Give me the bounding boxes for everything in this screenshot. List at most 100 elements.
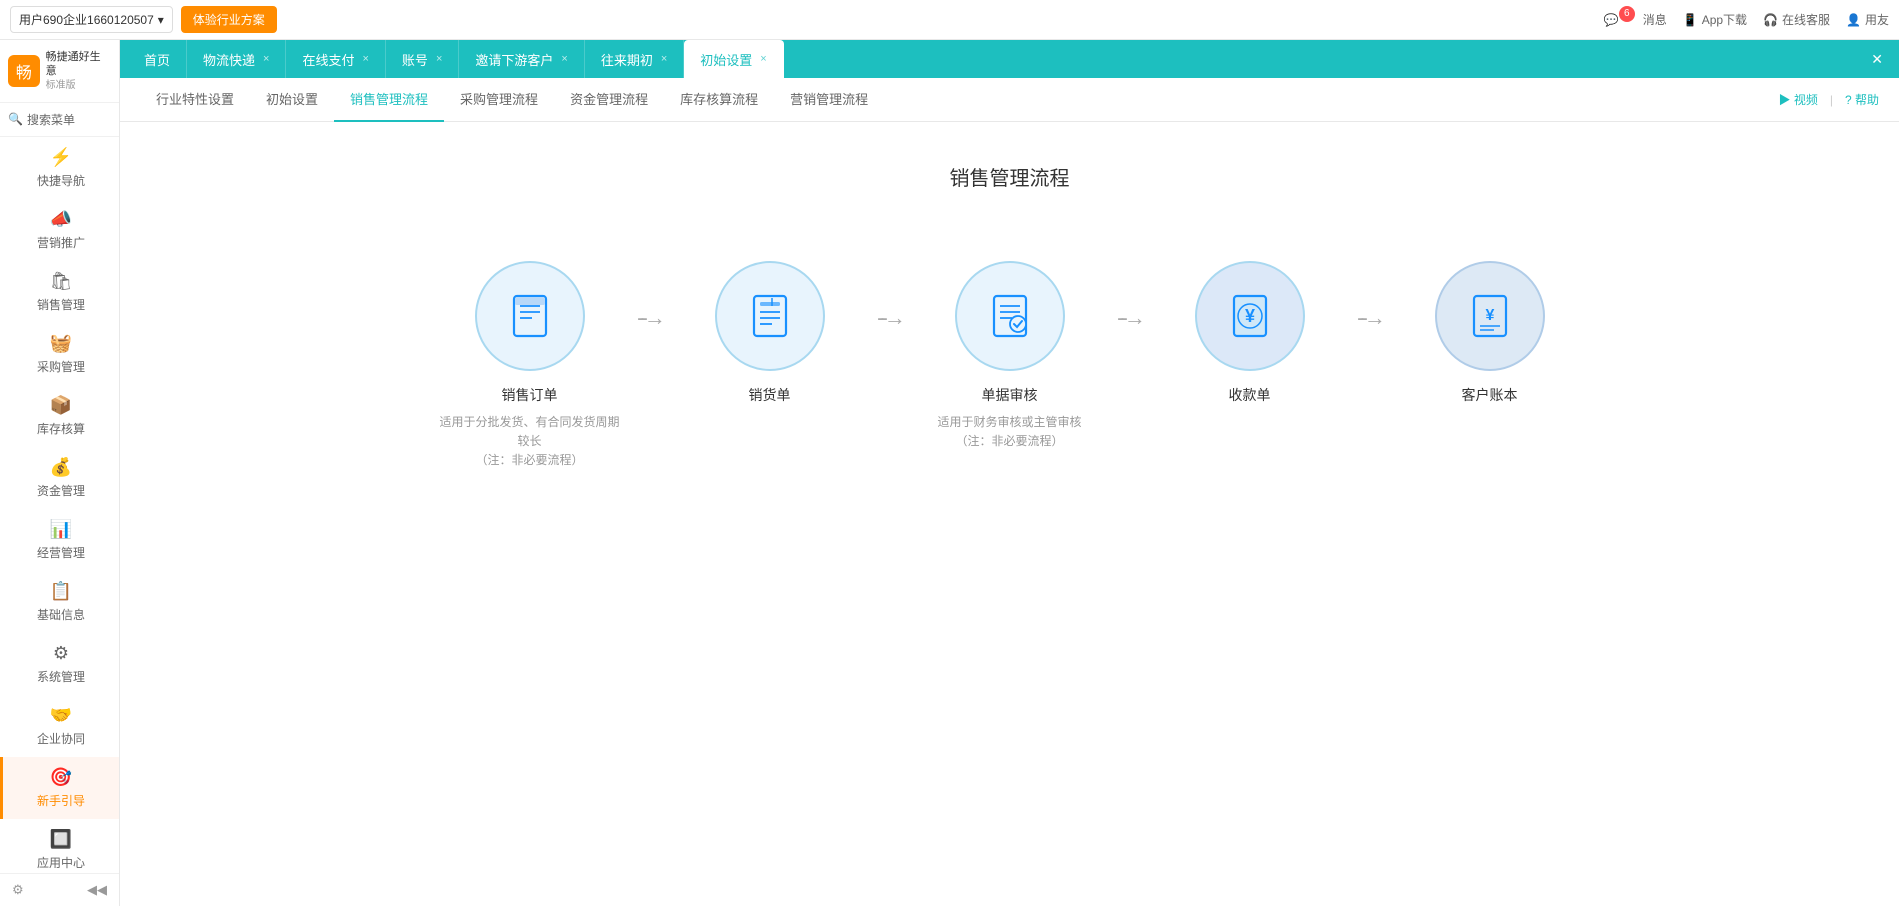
- close-icon[interactable]: ×: [661, 53, 667, 65]
- sidebar-item-operations[interactable]: 📊 经营管理: [0, 509, 119, 571]
- top-bar: 用户690企业1660120507 ▾ 体验行业方案 💬 6 消息 📱 App下…: [0, 0, 1899, 40]
- sidebar-item-inventory[interactable]: 📦 库存核算: [0, 385, 119, 447]
- user-selector[interactable]: 用户690企业1660120507 ▾: [10, 6, 173, 33]
- message-label: 消息: [1643, 11, 1667, 28]
- play-icon: ▶: [1778, 93, 1790, 107]
- nav-tab-payment[interactable]: 在线支付 ×: [286, 40, 385, 78]
- video-link[interactable]: ▶ 视频: [1778, 91, 1817, 108]
- sidebar-footer: ⚙ ◀◀: [0, 873, 119, 906]
- close-icon[interactable]: ×: [263, 53, 269, 65]
- close-icon[interactable]: ×: [362, 53, 368, 65]
- sidebar-item-finance[interactable]: 💰 资金管理: [0, 447, 119, 509]
- flow-label-audit: 单据审核: [982, 385, 1038, 405]
- flow-circle-delivery: [715, 261, 825, 371]
- sidebar-item-sales[interactable]: 🛍 销售管理: [0, 261, 119, 323]
- dropdown-icon: ▾: [158, 13, 164, 27]
- logo-sub: 标准版: [46, 79, 111, 92]
- sidebar-item-label: 经营管理: [37, 544, 85, 561]
- flow-arrow-1: --→: [620, 261, 680, 331]
- sidebar-item-purchase[interactable]: 🧺 采购管理: [0, 323, 119, 385]
- flow-circle-account: ¥: [1435, 261, 1545, 371]
- nav-tab-period[interactable]: 往来期初 ×: [585, 40, 684, 78]
- sidebar-item-quick-nav[interactable]: ⚡ 快捷导航: [0, 137, 119, 199]
- content-area: 首页 物流快递 × 在线支付 × 账号 × 邀请下游客户 × 往来期初 ×: [120, 40, 1899, 906]
- sub-tab-industry[interactable]: 行业特性设置: [140, 78, 250, 122]
- appcenter-icon: 🔲: [50, 829, 72, 850]
- service-group[interactable]: 🎧 在线客服: [1763, 11, 1830, 28]
- flow-arrow-3: --→: [1100, 261, 1160, 331]
- help-icon: ?: [1845, 93, 1852, 107]
- help-link[interactable]: ? 帮助: [1845, 91, 1879, 108]
- trial-button[interactable]: 体验行业方案: [181, 6, 277, 33]
- sidebar-item-marketing[interactable]: 📣 营销推广: [0, 199, 119, 261]
- sub-tab-label: 销售管理流程: [350, 89, 428, 108]
- sub-tab-finance-flow[interactable]: 资金管理流程: [554, 78, 664, 122]
- sub-tab-label: 初始设置: [266, 89, 318, 108]
- message-group[interactable]: 💬 6 消息: [1604, 11, 1667, 28]
- sidebar-item-label: 营销推广: [37, 234, 85, 251]
- top-bar-right: 💬 6 消息 📱 App下载 🎧 在线客服 👤 用友: [1604, 11, 1889, 28]
- sidebar-item-newguide[interactable]: 🎯 新手引导: [0, 757, 119, 819]
- sub-tab-marketing-flow[interactable]: 营销管理流程: [774, 78, 884, 122]
- nav-close-all[interactable]: ✕: [1863, 51, 1891, 68]
- main-layout: 畅 畅捷通好生意 标准版 🔍 搜索菜单 ⚡ 快捷导航 📣 营销推广 🛍 销售管理: [0, 40, 1899, 906]
- sub-tabs: 行业特性设置 初始设置 销售管理流程 采购管理流程 资金管理流程 库存核算流程 …: [120, 78, 1899, 122]
- flow-label-receipt: 收款单: [1229, 385, 1271, 405]
- app-download-group[interactable]: 📱 App下载: [1683, 11, 1747, 28]
- sub-tab-label: 资金管理流程: [570, 89, 648, 108]
- sidebar-collapse-icon[interactable]: ◀◀: [87, 882, 107, 898]
- page-title: 销售管理流程: [140, 162, 1879, 191]
- help-label: 帮助: [1855, 93, 1879, 107]
- sidebar-item-basic[interactable]: 📋 基础信息: [0, 571, 119, 633]
- svg-text:¥: ¥: [1485, 307, 1494, 324]
- nav-tab-label: 往来期初: [601, 50, 653, 69]
- sidebar-item-appcenter[interactable]: 🔲 应用中心: [0, 819, 119, 873]
- sub-tab-init[interactable]: 初始设置: [250, 78, 334, 122]
- sidebar-search[interactable]: 🔍 搜索菜单: [0, 103, 119, 137]
- service-icon: 🎧: [1763, 13, 1778, 27]
- sub-tab-purchase-flow[interactable]: 采购管理流程: [444, 78, 554, 122]
- nav-tab-account[interactable]: 账号 ×: [386, 40, 459, 78]
- nav-tab-home[interactable]: 首页: [128, 40, 187, 78]
- close-icon[interactable]: ×: [760, 53, 766, 65]
- close-icon[interactable]: ×: [436, 53, 442, 65]
- collab-icon: 🤝: [50, 705, 72, 726]
- nav-tab-logistics[interactable]: 物流快递 ×: [187, 40, 286, 78]
- flow-desc-sales-order: 适用于分批发货、有合同发货周期较长（注：非必要流程）: [440, 413, 620, 471]
- svg-text:¥: ¥: [1244, 306, 1254, 326]
- sidebar-item-collab[interactable]: 🤝 企业协同: [0, 695, 119, 757]
- flow-arrow-4: --→: [1340, 261, 1400, 331]
- video-label: 视频: [1794, 93, 1818, 107]
- flow-step-delivery: 销货单: [680, 261, 860, 413]
- sub-tab-label: 采购管理流程: [460, 89, 538, 108]
- username-label: 用友: [1865, 11, 1889, 28]
- sub-tab-sales-flow[interactable]: 销售管理流程: [334, 78, 444, 122]
- close-icon[interactable]: ×: [561, 53, 567, 65]
- flow-label-delivery: 销货单: [749, 385, 791, 405]
- sub-tab-inventory-flow[interactable]: 库存核算流程: [664, 78, 774, 122]
- sidebar-item-label: 销售管理: [37, 296, 85, 313]
- flow-label-account: 客户账本: [1462, 385, 1518, 405]
- system-icon: ⚙: [53, 643, 69, 664]
- sidebar-settings-icon[interactable]: ⚙: [12, 882, 24, 898]
- newguide-icon: 🎯: [50, 767, 72, 788]
- nav-tabs: 首页 物流快递 × 在线支付 × 账号 × 邀请下游客户 × 往来期初 ×: [120, 40, 1899, 78]
- sidebar-item-label: 库存核算: [37, 420, 85, 437]
- quick-nav-icon: ⚡: [50, 147, 72, 168]
- sidebar: 畅 畅捷通好生意 标准版 🔍 搜索菜单 ⚡ 快捷导航 📣 营销推广 🛍 销售管理: [0, 40, 120, 906]
- app-label: App下载: [1702, 11, 1747, 28]
- service-label: 在线客服: [1782, 11, 1830, 28]
- nav-tab-label: 首页: [144, 50, 170, 69]
- sidebar-item-label: 采购管理: [37, 358, 85, 375]
- flow-step-sales-order: 销售订单 适用于分批发货、有合同发货周期较长（注：非必要流程）: [440, 261, 620, 471]
- user-group[interactable]: 👤 用友: [1846, 11, 1889, 28]
- nav-tab-init[interactable]: 初始设置 ×: [684, 40, 783, 78]
- nav-tab-label: 账号: [402, 50, 428, 69]
- sidebar-item-system[interactable]: ⚙ 系统管理: [0, 633, 119, 695]
- sub-tab-label: 行业特性设置: [156, 89, 234, 108]
- app-icon: 📱: [1683, 13, 1698, 27]
- nav-tab-invite[interactable]: 邀请下游客户 ×: [459, 40, 584, 78]
- flow-circle-sales-order: [475, 261, 585, 371]
- avatar-icon: 👤: [1846, 13, 1861, 27]
- search-label: 搜索菜单: [27, 111, 75, 128]
